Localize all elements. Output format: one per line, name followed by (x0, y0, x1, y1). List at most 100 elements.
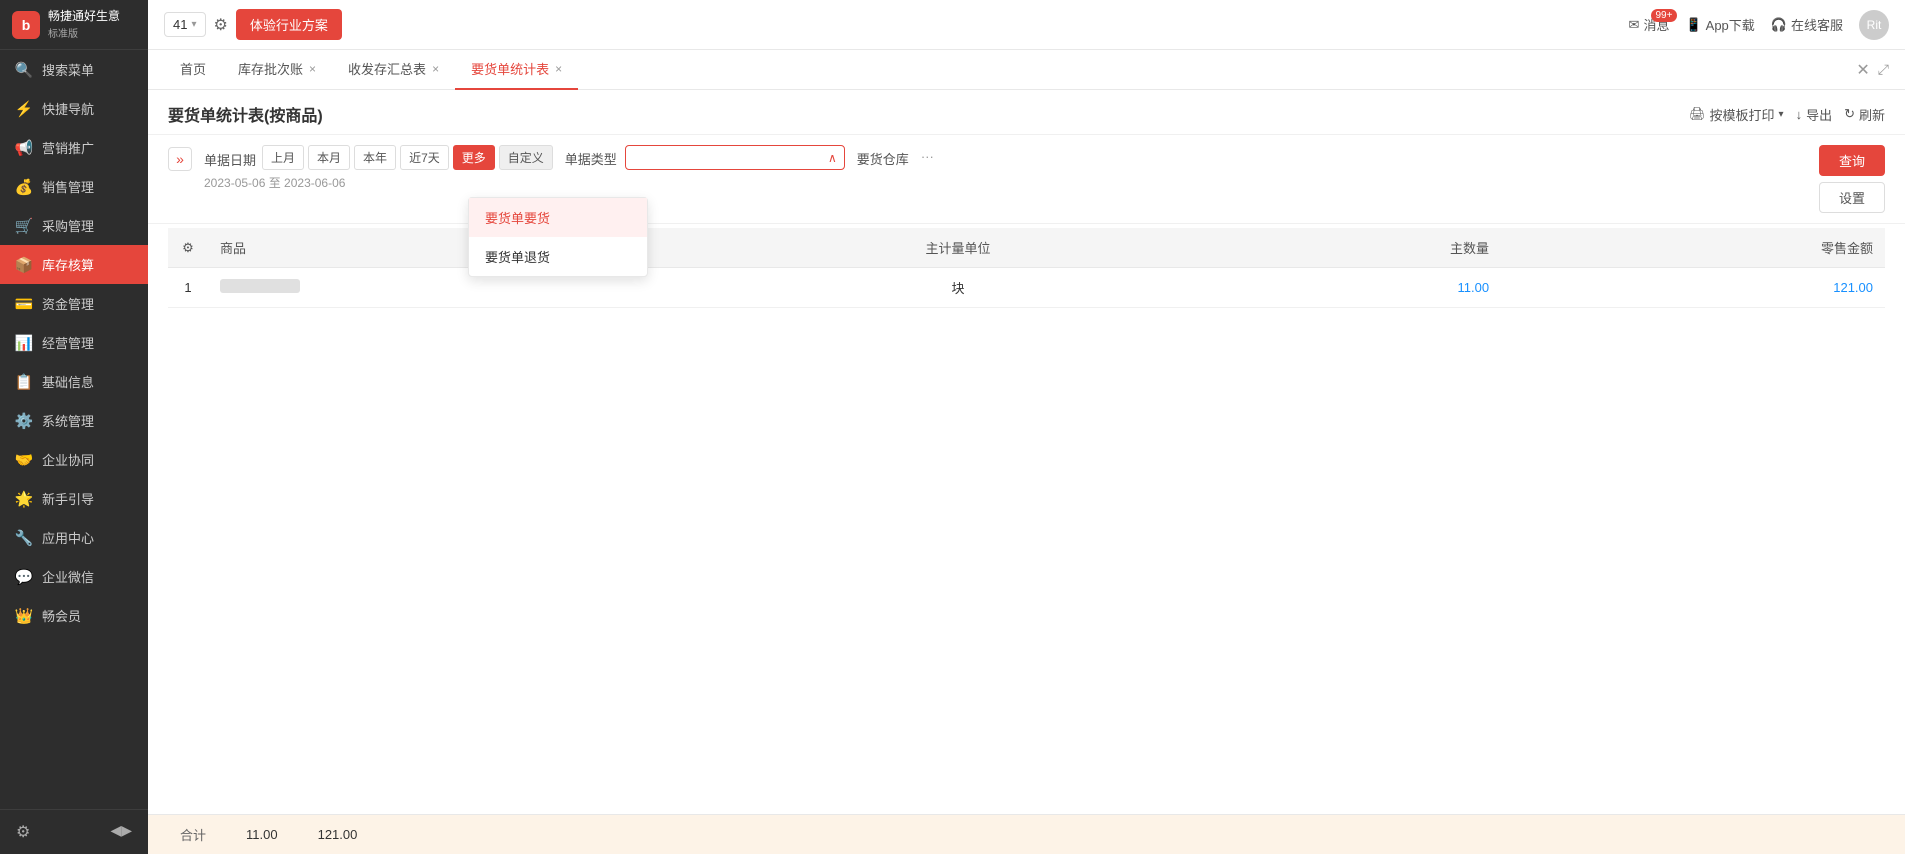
member-icon: 👑 (14, 607, 34, 625)
date-btn-this-year[interactable]: 本年 (354, 145, 396, 170)
topbar-right: ✉ 消息 99+ 📱 App下载 🎧 在线客服 Rit (1629, 10, 1889, 40)
sidebar-item-baseinfo[interactable]: 📋 基础信息 (0, 362, 148, 401)
cell-qty: 11.00 (1183, 268, 1501, 308)
refresh-btn[interactable]: ↻ 刷新 (1844, 105, 1885, 124)
purchase-icon: 🛒 (14, 217, 34, 235)
dropdown-item-order-goods[interactable]: 要货单要货 (469, 198, 647, 237)
date-btn-7days[interactable]: 近7天 (400, 145, 449, 170)
date-filter-label: 单据日期 (204, 150, 256, 169)
cell-amount: 121.00 (1501, 268, 1885, 308)
sidebar-item-inventory[interactable]: 📦 库存核算 (0, 245, 148, 284)
col-settings-icon[interactable]: ⚙ (182, 240, 194, 255)
sidebar-menu: 🔍 搜索菜单 ⚡ 快捷导航 📢 营销推广 💰 销售管理 🛒 采购管理 📦 库存核… (0, 50, 148, 809)
col-amount: 零售金额 (1501, 228, 1885, 268)
online-service-btn[interactable]: 🎧 在线客服 (1771, 15, 1843, 34)
tab-receivable-summary[interactable]: 收发存汇总表 × (332, 50, 455, 90)
sidebar-item-purchase[interactable]: 🛒 采购管理 (0, 206, 148, 245)
sidebar: b 畅捷通好生意 标准版 🔍 搜索菜单 ⚡ 快捷导航 📢 营销推广 💰 销售管理… (0, 0, 148, 854)
message-icon: ✉ (1629, 17, 1640, 33)
baseinfo-icon: 📋 (14, 373, 34, 391)
sidebar-item-quicknav[interactable]: ⚡ 快捷导航 (0, 89, 148, 128)
dropdown-item-order-return[interactable]: 要货单退货 (469, 237, 647, 276)
headset-icon: 🎧 (1771, 17, 1787, 33)
date-btn-custom[interactable]: 自定义 (499, 145, 553, 170)
query-btn[interactable]: 查询 (1819, 145, 1885, 176)
tab-inventory-batch[interactable]: 库存批次账 × (222, 50, 332, 90)
qty-link[interactable]: 11.00 (1457, 280, 1489, 295)
filter-expand-btn[interactable]: » (168, 147, 192, 171)
sidebar-logo: b 畅捷通好生意 标准版 (0, 0, 148, 50)
main-area: 41 ▾ ⚙ 体验行业方案 ✉ 消息 99+ 📱 App下载 🎧 在线客服 Ri… (148, 0, 1905, 854)
quicknav-icon: ⚡ (14, 100, 34, 118)
logo-icon: b (12, 11, 40, 39)
sidebar-item-search[interactable]: 🔍 搜索菜单 (0, 50, 148, 89)
sidebar-item-sales[interactable]: 💰 销售管理 (0, 167, 148, 206)
col-qty: 主数量 (1183, 228, 1501, 268)
sidebar-bottom: ⚙ ◀▶ (0, 809, 148, 854)
print-template-btn[interactable]: 🖨 按模板打印 ▾ (1689, 105, 1784, 124)
col-unit: 主计量单位 (733, 228, 1183, 268)
sidebar-item-system[interactable]: ⚙️ 系统管理 (0, 401, 148, 440)
search-icon: 🔍 (14, 61, 34, 79)
store-name: 41 (173, 17, 187, 32)
type-filter-input[interactable] (625, 145, 845, 170)
tab-inventory-batch-close[interactable]: × (309, 62, 316, 76)
trial-btn[interactable]: 体验行业方案 (236, 9, 342, 40)
logo-sub: 标准版 (48, 25, 120, 40)
tabbar-expand-icon[interactable]: ⤢ (1878, 61, 1889, 78)
sidebar-item-finance[interactable]: 💳 资金管理 (0, 284, 148, 323)
store-selector[interactable]: 41 ▾ (164, 12, 206, 37)
print-icon: 🖨 (1689, 106, 1706, 122)
sidebar-item-appstore[interactable]: 🔧 应用中心 (0, 518, 148, 557)
operations-icon: 📊 (14, 334, 34, 352)
warehouse-filter-dots[interactable]: ··· (921, 149, 934, 164)
tabbar: 首页 库存批次账 × 收发存汇总表 × 要货单统计表 × ✕ ⤢ (148, 50, 1905, 90)
setting-btn[interactable]: 设置 (1819, 182, 1885, 213)
sidebar-item-collab[interactable]: 🤝 企业协同 (0, 440, 148, 479)
tab-home[interactable]: 首页 (164, 50, 222, 90)
content-area: 要货单统计表(按商品) 🖨 按模板打印 ▾ ↓ 导出 ↻ 刷新 » (148, 90, 1905, 854)
type-filter-label: 单据类型 (565, 149, 617, 168)
date-btn-this-month[interactable]: 本月 (308, 145, 350, 170)
app-download-btn[interactable]: 📱 App下载 (1685, 15, 1754, 34)
system-icon: ⚙️ (14, 412, 34, 430)
topbar-settings-icon[interactable]: ⚙ (214, 15, 228, 35)
tabbar-close-all-icon[interactable]: ✕ (1856, 60, 1869, 80)
footer-label: 合计 (180, 825, 206, 844)
footer-qty: 11.00 (246, 827, 278, 842)
page-header: 要货单统计表(按商品) 🖨 按模板打印 ▾ ↓ 导出 ↻ 刷新 (148, 90, 1905, 135)
tab-receivable-summary-close[interactable]: × (432, 62, 439, 76)
date-range-display: 2023-05-06 至 2023-06-06 (204, 174, 553, 191)
sidebar-item-marketing[interactable]: 📢 营销推广 (0, 128, 148, 167)
col-settings[interactable]: ⚙ (168, 228, 208, 268)
sidebar-item-wechat[interactable]: 💬 企业微信 (0, 557, 148, 596)
date-filter-group: 单据日期 上月 本月 本年 近7天 更多 自定义 (204, 145, 553, 170)
message-badge: 99+ (1651, 9, 1678, 22)
amount-link[interactable]: 121.00 (1833, 280, 1873, 295)
finance-icon: 💳 (14, 295, 34, 313)
filter-bar: » 单据日期 上月 本月 本年 近7天 更多 自定义 2023-05-06 至 … (148, 135, 1905, 224)
type-filter-chevron-icon[interactable]: ∧ (828, 151, 837, 165)
sidebar-item-member[interactable]: 👑 畅会员 (0, 596, 148, 635)
date-filter-btns: 上月 本月 本年 近7天 更多 自定义 (262, 145, 553, 170)
date-btn-more[interactable]: 更多 (453, 145, 495, 170)
messages-btn[interactable]: ✉ 消息 99+ (1629, 15, 1670, 34)
sales-icon: 💰 (14, 178, 34, 196)
refresh-icon: ↻ (1844, 106, 1855, 122)
footer-amount: 121.00 (318, 827, 358, 842)
tab-order-stats[interactable]: 要货单统计表 × (455, 50, 578, 90)
export-btn[interactable]: ↓ 导出 (1796, 105, 1833, 124)
tab-order-stats-close[interactable]: × (555, 62, 562, 76)
date-btn-last-month[interactable]: 上月 (262, 145, 304, 170)
sidebar-item-newbie[interactable]: 🌟 新手引导 (0, 479, 148, 518)
collab-icon: 🤝 (14, 451, 34, 469)
table-row: 1 块 11.00 121.00 (168, 268, 1885, 308)
sidebar-collapse-btn[interactable]: ◀▶ (110, 822, 132, 842)
sidebar-settings-btn[interactable]: ⚙ (16, 822, 30, 842)
user-avatar[interactable]: Rit (1859, 10, 1889, 40)
inventory-icon: 📦 (14, 256, 34, 274)
filter-actions: 查询 设置 (1819, 145, 1885, 213)
sidebar-item-operations[interactable]: 📊 经营管理 (0, 323, 148, 362)
type-input-wrap: ∧ (625, 145, 845, 170)
tabbar-actions: ✕ ⤢ (1856, 60, 1889, 80)
